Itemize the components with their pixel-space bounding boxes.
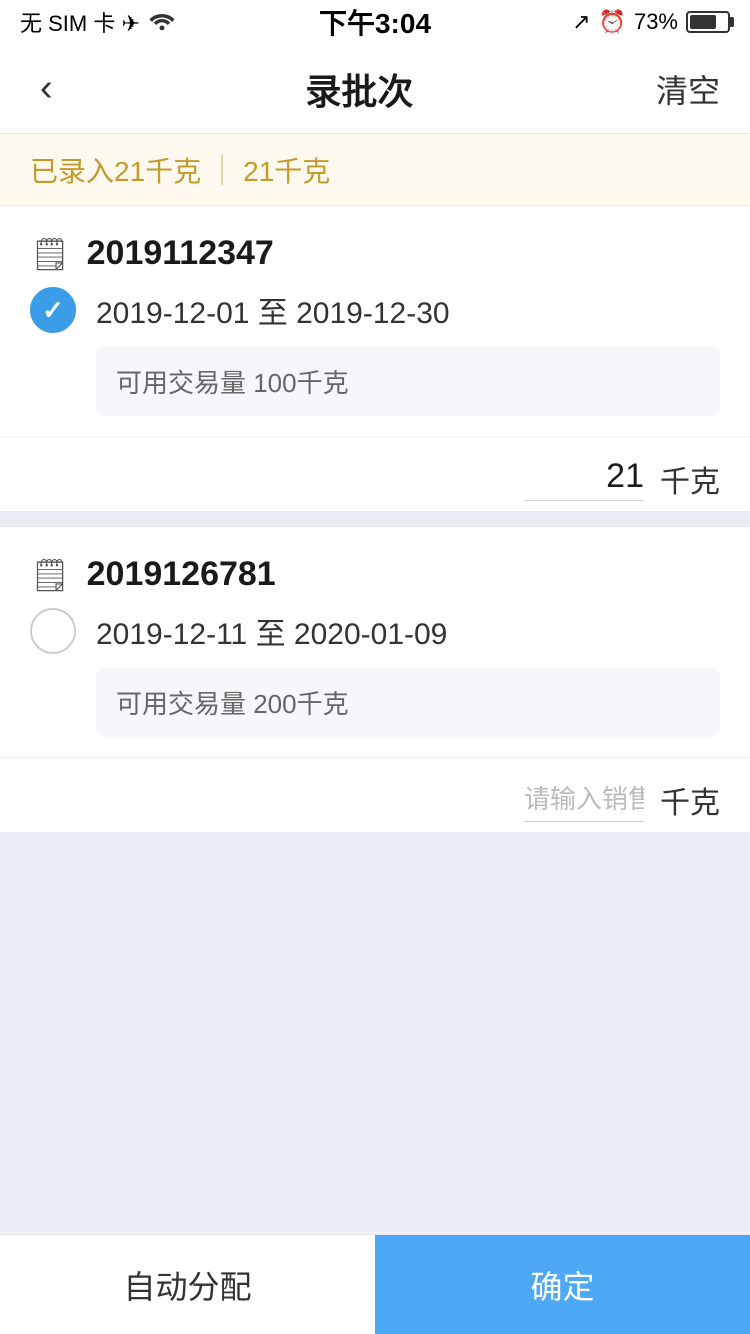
alarm-icon: ⏰: [599, 9, 626, 35]
status-time: 下午3:04: [319, 2, 431, 42]
sim-label: 无 SIM 卡 ✈: [20, 6, 140, 38]
batch-2-quantity-row: 千克: [0, 758, 750, 832]
section-separator: [0, 511, 750, 527]
batch-1-date: 2019-12-01 至 2019-12-30: [96, 288, 450, 332]
nav-bar: ‹ 录批次 清空: [0, 44, 750, 134]
battery-icon: [686, 9, 730, 35]
batch-1-header: 🗒 2019112347: [30, 234, 720, 273]
batch-1-row: 2019-12-01 至 2019-12-30: [30, 287, 720, 333]
batch-1-icon: 🗒: [30, 235, 71, 273]
batch-1-unit: 千克: [660, 457, 720, 501]
batch-list: 🗒 2019112347 2019-12-01 至 2019-12-30 可用交…: [0, 206, 750, 511]
batch-2-icon: 🗒: [30, 556, 71, 594]
batch-2-id: 2019126781: [87, 555, 276, 594]
batch-2-unit: 千克: [660, 778, 720, 822]
page-title: 录批次: [305, 63, 413, 115]
recorded-label: 已录入21千克: [30, 150, 201, 190]
bottom-bar: 自动分配 确定: [0, 1234, 750, 1334]
batch-2-container: 🗒 2019126781 2019-12-11 至 2020-01-09 可用交…: [0, 527, 750, 832]
back-button[interactable]: ‹: [30, 57, 63, 120]
batch-2-radio[interactable]: [30, 608, 76, 654]
batch-1-quantity-row: 千克: [0, 437, 750, 511]
status-bar-right: ↗ ⏰ 73%: [572, 9, 730, 35]
batch-item-1: 🗒 2019112347 2019-12-01 至 2019-12-30 可用交…: [0, 206, 750, 437]
battery-percent: 73%: [634, 9, 678, 35]
batch-2-date: 2019-12-11 至 2020-01-09: [96, 609, 447, 653]
batch-2-quantity-input[interactable]: [524, 778, 644, 822]
recorded-value: 21千克: [243, 150, 330, 190]
batch-item-2: 🗒 2019126781 2019-12-11 至 2020-01-09 可用交…: [0, 527, 750, 758]
status-bar: 无 SIM 卡 ✈ 下午3:04 ↗ ⏰ 73%: [0, 0, 750, 44]
batch-1-id: 2019112347: [87, 234, 274, 273]
wifi-icon: [148, 8, 176, 36]
clear-button[interactable]: 清空: [656, 66, 720, 112]
auto-distribute-button[interactable]: 自动分配: [0, 1235, 375, 1334]
location-icon: ↗: [572, 9, 590, 35]
batch-2-row: 2019-12-11 至 2020-01-09: [30, 608, 720, 654]
batch-2-available: 可用交易量 200千克: [96, 668, 720, 737]
batch-2-header: 🗒 2019126781: [30, 555, 720, 594]
info-banner: 已录入21千克 21千克: [0, 134, 750, 206]
status-bar-left: 无 SIM 卡 ✈: [20, 6, 176, 38]
batch-1-radio[interactable]: [30, 287, 76, 333]
confirm-button[interactable]: 确定: [375, 1235, 750, 1334]
batch-1-quantity-input[interactable]: [524, 457, 644, 501]
empty-area: [0, 832, 750, 1232]
info-divider: [221, 155, 223, 185]
batch-1-available: 可用交易量 100千克: [96, 347, 720, 416]
